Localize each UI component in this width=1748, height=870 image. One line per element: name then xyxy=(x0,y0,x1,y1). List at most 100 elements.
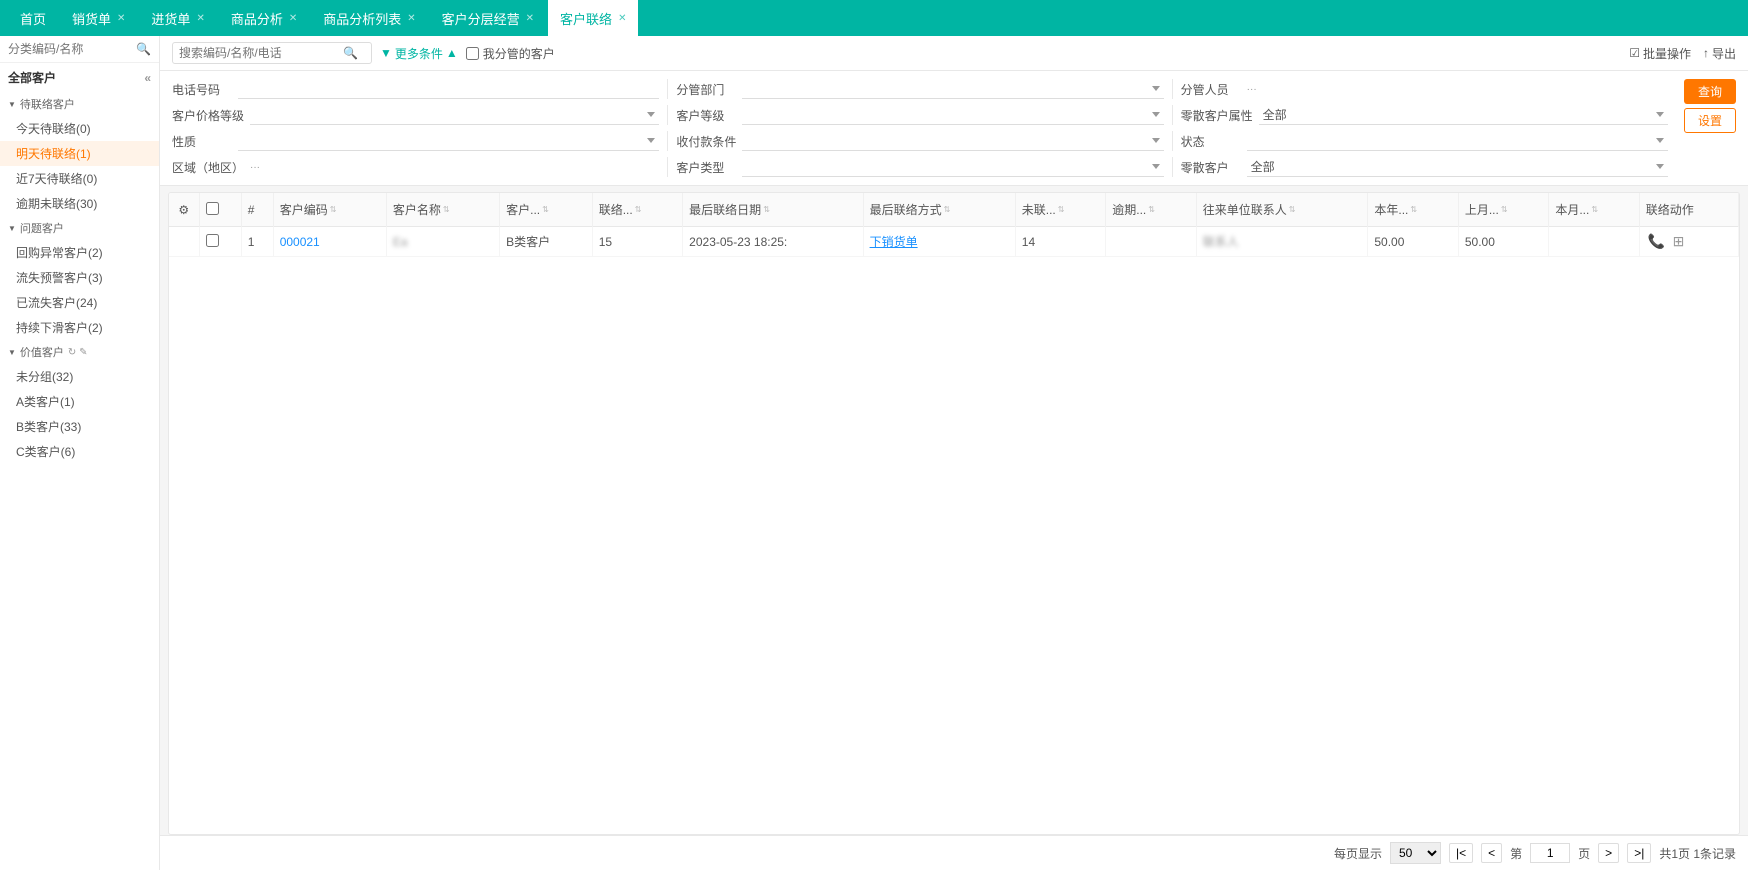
filter-area: 区域（地区） ··· xyxy=(172,159,659,176)
customer-level-select[interactable] xyxy=(742,106,1163,125)
top-nav: 首页 销货单 ✕ 进货单 ✕ 商品分析 ✕ 商品分析列表 ✕ 客户分层经营 ✕ … xyxy=(0,0,1748,36)
sidebar-item-class-b[interactable]: B类客户(33) xyxy=(0,414,159,439)
col-this-month[interactable]: 本月...⇅ xyxy=(1549,193,1639,227)
col-this-year[interactable]: 本年...⇅ xyxy=(1368,193,1458,227)
filter-row-4: 区域（地区） ··· 客户类型 零散客户 全部 xyxy=(172,157,1668,177)
col-name[interactable]: 客户名称⇅ xyxy=(386,193,499,227)
row-checkbox[interactable] xyxy=(206,234,219,247)
sidebar-search-icon[interactable]: 🔍 xyxy=(136,42,151,56)
toolbar: 🔍 ▼ 更多条件 ▲ 我分管的客户 ☑ 批量操作 ↑ 导出 xyxy=(160,36,1748,71)
price-level-select[interactable] xyxy=(250,106,659,125)
nav-item-product-list[interactable]: 商品分析列表 ✕ xyxy=(311,0,427,36)
more-filter-btn[interactable]: ▼ 更多条件 ▲ xyxy=(380,45,458,62)
nav-item-customer-contact[interactable]: 客户联络 ✕ xyxy=(548,0,638,36)
sidebar-item-declining[interactable]: 持续下滑客户(2) xyxy=(0,315,159,340)
status-select[interactable] xyxy=(1247,132,1668,151)
sidebar-item-7days[interactable]: 近7天待联络(0) xyxy=(0,166,159,191)
sidebar-item-churn-warning[interactable]: 流失预警客户(3) xyxy=(0,265,159,290)
dept-select[interactable] xyxy=(742,80,1163,99)
cell-type: B类客户 xyxy=(500,227,593,257)
my-customers-checkbox[interactable] xyxy=(466,47,479,60)
col-company-contact[interactable]: 往来单位联系人⇅ xyxy=(1196,193,1368,227)
gear-icon[interactable]: ⚙ xyxy=(178,203,189,217)
nav-close-customer-contact[interactable]: ✕ xyxy=(618,13,626,24)
col-checkbox xyxy=(199,193,241,227)
sidebar-search-input[interactable] xyxy=(8,42,132,56)
nav-close-purchase[interactable]: ✕ xyxy=(196,13,204,24)
group-value-edit-icon[interactable]: ↻ ✎ xyxy=(68,347,88,358)
sidebar-item-overdue[interactable]: 逾期未联络(30) xyxy=(0,191,159,216)
nav-item-product-analysis[interactable]: 商品分析 ✕ xyxy=(219,0,309,36)
pagination: 每页显示 50 100 200 |< < 第 页 > >| 共1页 1条记录 xyxy=(160,835,1748,870)
all-customers-header[interactable]: 全部客户 « xyxy=(0,63,159,92)
nature-select[interactable] xyxy=(238,132,659,151)
batch-ops-btn[interactable]: ☑ 批量操作 xyxy=(1629,45,1691,62)
sidebar-item-tomorrow[interactable]: 明天待联络(1) xyxy=(0,141,159,166)
filter-customer-type: 客户类型 xyxy=(676,158,1163,177)
group-value-customers[interactable]: 价值客户 ↻ ✎ xyxy=(0,340,159,364)
select-all-checkbox[interactable] xyxy=(206,202,219,215)
first-page-btn[interactable]: |< xyxy=(1449,843,1473,863)
col-type[interactable]: 客户...⇅ xyxy=(500,193,593,227)
col-code[interactable]: 客户编码⇅ xyxy=(273,193,386,227)
sidebar-item-class-c[interactable]: C类客户(6) xyxy=(0,439,159,464)
nav-item-customer-tier[interactable]: 客户分层经营 ✕ xyxy=(430,0,546,36)
payment-select[interactable] xyxy=(742,132,1163,151)
sidebar-item-today[interactable]: 今天待联络(0) xyxy=(0,116,159,141)
group-problem-customers[interactable]: 问题客户 xyxy=(0,216,159,240)
col-actions: 联络动作 xyxy=(1639,193,1738,227)
page-number-input[interactable] xyxy=(1530,843,1570,863)
filter-panel: 电话号码 分管部门 分管人员 ··· xyxy=(160,71,1748,186)
price-level-label: 客户价格等级 xyxy=(172,107,244,124)
retail-customer-label: 零散客户 xyxy=(1181,159,1241,176)
per-page-select[interactable]: 50 100 200 xyxy=(1390,842,1441,864)
phone-input[interactable] xyxy=(238,80,659,99)
nav-close-product-analysis[interactable]: ✕ xyxy=(289,13,297,24)
col-last-date[interactable]: 最后联络日期⇅ xyxy=(683,193,863,227)
filter-phone: 电话号码 xyxy=(172,80,659,99)
search-box: 🔍 xyxy=(172,42,372,64)
nav-close-sales[interactable]: ✕ xyxy=(117,13,125,24)
customer-level-label: 客户等级 xyxy=(676,107,736,124)
cell-this-year: 50.00 xyxy=(1368,227,1458,257)
nav-close-customer-tier[interactable]: ✕ xyxy=(526,13,534,24)
nav-item-sales[interactable]: 销货单 ✕ xyxy=(60,0,137,36)
retail-attr-select[interactable]: 全部 xyxy=(1259,106,1668,125)
prev-page-btn[interactable]: < xyxy=(1481,843,1502,863)
cell-last-way[interactable]: 下销货单 xyxy=(863,227,1015,257)
export-btn[interactable]: ↑ 导出 xyxy=(1703,45,1736,62)
col-contact[interactable]: 联络...⇅ xyxy=(592,193,682,227)
next-page-btn[interactable]: > xyxy=(1598,843,1619,863)
my-customers-checkbox-label[interactable]: 我分管的客户 xyxy=(466,45,555,62)
customer-table: ⚙ # 客户编码⇅ 客户名称⇅ 客户...⇅ 联络...⇅ 最后联络日期⇅ 最后… xyxy=(169,193,1739,257)
retail-customer-select[interactable]: 全部 xyxy=(1247,158,1668,177)
sidebar: 🔍 全部客户 « 待联络客户 今天待联络(0) 明天待联络(1) 近7天待联络(… xyxy=(0,36,160,870)
search-input[interactable] xyxy=(179,46,339,60)
col-last-month[interactable]: 上月...⇅ xyxy=(1458,193,1548,227)
cell-code[interactable]: 000021 xyxy=(273,227,386,257)
sidebar-item-ungrouped[interactable]: 未分组(32) xyxy=(0,364,159,389)
settings-button[interactable]: 设置 xyxy=(1684,108,1736,133)
nav-item-home[interactable]: 首页 xyxy=(8,0,58,36)
search-icon[interactable]: 🔍 xyxy=(343,46,358,60)
customer-type-select[interactable] xyxy=(742,158,1163,177)
last-page-btn[interactable]: >| xyxy=(1627,843,1651,863)
row-action-contact-icon[interactable]: 📞 xyxy=(1648,233,1665,249)
area-more-dots[interactable]: ··· xyxy=(250,162,260,173)
group-pending-contact[interactable]: 待联络客户 xyxy=(0,92,159,116)
query-button[interactable]: 查询 xyxy=(1684,79,1736,104)
nav-close-product-list[interactable]: ✕ xyxy=(407,13,415,24)
row-action-more-icon[interactable]: ⊞ xyxy=(1673,233,1685,249)
col-settings[interactable]: ⚙ xyxy=(169,193,199,227)
person-more-dots[interactable]: ··· xyxy=(1247,84,1257,95)
col-no-contact[interactable]: 未联...⇅ xyxy=(1015,193,1105,227)
col-overdue[interactable]: 逾期...⇅ xyxy=(1106,193,1196,227)
filter-price-level: 客户价格等级 xyxy=(172,106,659,125)
nav-item-purchase[interactable]: 进货单 ✕ xyxy=(139,0,216,36)
filter-chevron: ▲ xyxy=(446,46,458,60)
sidebar-item-repurchase-abnormal[interactable]: 回购异常客户(2) xyxy=(0,240,159,265)
sidebar-item-class-a[interactable]: A类客户(1) xyxy=(0,389,159,414)
filter-person: 分管人员 ··· xyxy=(1181,81,1668,98)
col-last-way[interactable]: 最后联络方式⇅ xyxy=(863,193,1015,227)
sidebar-item-churned[interactable]: 已流失客户(24) xyxy=(0,290,159,315)
